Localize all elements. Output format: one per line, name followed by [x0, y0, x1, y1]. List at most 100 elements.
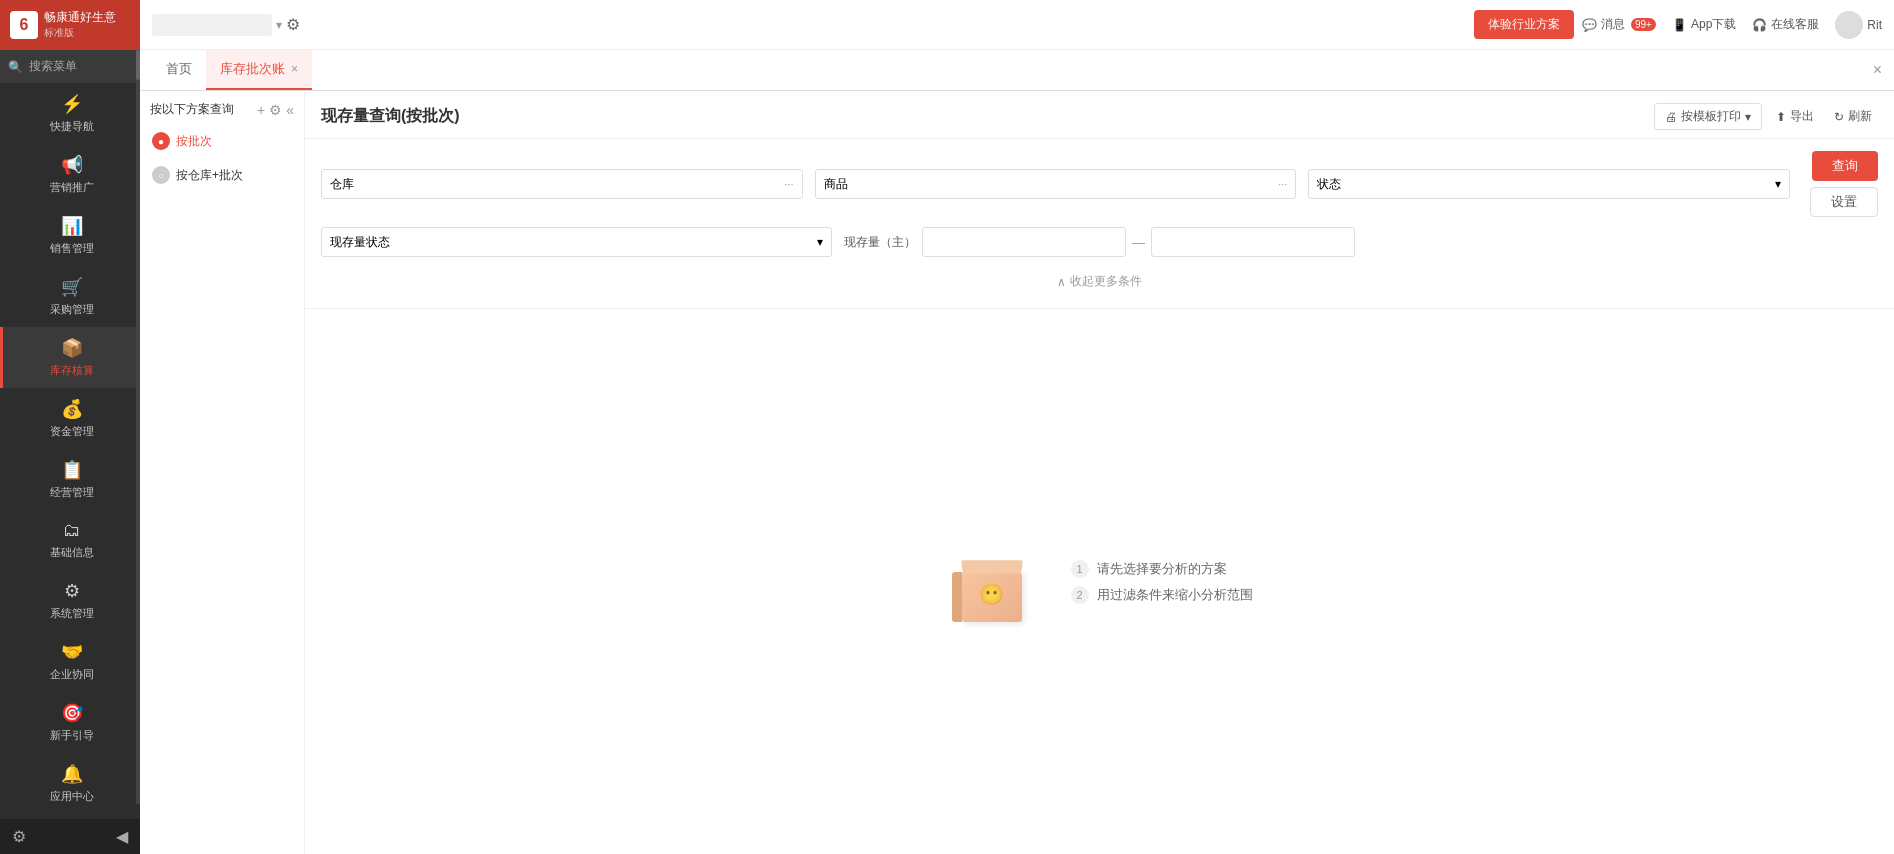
newuser-icon: 🎯 [61, 702, 83, 724]
messages-label: 消息 [1601, 16, 1625, 33]
plan-icon-by-batch: ● [152, 132, 170, 150]
settings-icon[interactable]: ⚙ [12, 827, 26, 846]
left-panel-header: 按以下方案查询 + ⚙ « [140, 91, 304, 124]
phone-icon: 📱 [1672, 18, 1687, 32]
messages-icon: 💬 [1582, 18, 1597, 32]
messages-action[interactable]: 💬 消息 99+ [1582, 16, 1656, 33]
app-download-label: App下载 [1691, 16, 1736, 33]
topbar: ▾ ⚙ 体验行业方案 💬 消息 99+ 📱 App下载 🎧 在线客服 Rit [140, 0, 1894, 50]
breadcrumb-input[interactable] [152, 14, 272, 36]
username: Rit [1867, 18, 1882, 32]
collapse-icon: ∧ [1057, 275, 1066, 289]
online-support-action[interactable]: 🎧 在线客服 [1752, 16, 1819, 33]
user-profile[interactable]: Rit [1835, 11, 1882, 39]
page-title: 现存量查询(按批次) [321, 106, 460, 127]
product-filter[interactable]: 商品 ··· [815, 169, 1297, 199]
header-actions: 🖨 按模板打印 ▾ ⬆ 导出 ↻ 刷新 [1654, 103, 1878, 130]
sidebar-item-newuser[interactable]: 🎯 新手引导 [0, 692, 140, 753]
settings-button[interactable]: 设置 [1810, 187, 1878, 217]
print-icon: 🖨 [1665, 110, 1677, 124]
plan-label-by-warehouse-batch: 按仓库+批次 [176, 167, 243, 184]
sidebar-item-system[interactable]: ⚙ 系统管理 [0, 570, 140, 631]
status-dropdown-icon: ▾ [1775, 177, 1781, 191]
warehouse-label: 仓库 [330, 176, 354, 193]
export-label: 导出 [1790, 108, 1814, 125]
sidebar-nav: ⚡ 快捷导航 📢 营销推广 📊 销售管理 🛒 采购管理 📦 库存核算 💰 资金管… [0, 83, 140, 819]
plan-item-by-warehouse-batch[interactable]: ○ 按仓库+批次 [140, 158, 304, 192]
sidebar-item-label: 应用中心 [50, 789, 94, 804]
tab-home[interactable]: 首页 [152, 50, 206, 90]
plan-list: ● 按批次 ○ 按仓库+批次 [140, 124, 304, 854]
sidebar-item-sales[interactable]: 📊 销售管理 [0, 205, 140, 266]
sidebar-item-label: 库存核算 [50, 363, 94, 378]
breadcrumb-arrow-icon[interactable]: ▾ [276, 18, 282, 32]
tabs-bar: 首页 库存批次账 × × [140, 50, 1894, 91]
content-area: 按以下方案查询 + ⚙ « ● 按批次 ○ 按仓库+批次 [140, 91, 1894, 854]
sidebar-item-basic[interactable]: 🗂 基础信息 [0, 510, 140, 570]
collab-icon: 🤝 [61, 641, 83, 663]
finance-icon: 💰 [61, 398, 83, 420]
plan-label-by-batch: 按批次 [176, 133, 212, 150]
sidebar-scrollbar[interactable] [136, 50, 140, 804]
page-header: 现存量查询(按批次) 🖨 按模板打印 ▾ ⬆ 导出 ↻ 刷新 [305, 91, 1894, 139]
operations-icon: 📋 [61, 459, 83, 481]
plan-icon-by-warehouse-batch: ○ [152, 166, 170, 184]
apps-icon: 🔔 [61, 763, 83, 785]
export-button[interactable]: ⬆ 导出 [1770, 104, 1820, 129]
filter-area: 仓库 ··· 商品 ··· 状态 ▾ [305, 139, 1894, 309]
trial-button[interactable]: 体验行业方案 [1474, 10, 1574, 39]
print-button[interactable]: 🖨 按模板打印 ▾ [1654, 103, 1762, 130]
sidebar-item-label: 企业协同 [50, 667, 94, 682]
status-filter[interactable]: 状态 ▾ [1308, 169, 1790, 199]
app-download-action[interactable]: 📱 App下载 [1672, 16, 1736, 33]
action-buttons: 查询 设置 [1802, 151, 1878, 217]
sidebar-item-marketing[interactable]: 📢 营销推广 [0, 144, 140, 205]
search-label: 搜索菜单 [29, 58, 77, 75]
inventory-status-filter[interactable]: 现存量状态 ▾ [321, 227, 832, 257]
sidebar-item-shortcuts[interactable]: ⚡ 快捷导航 [0, 83, 140, 144]
left-panel-actions: + ⚙ « [257, 102, 294, 118]
sidebar-item-collab[interactable]: 🤝 企业协同 [0, 631, 140, 692]
range-dash: — [1132, 235, 1145, 250]
tab-inventory-batch[interactable]: 库存批次账 × [206, 50, 312, 90]
sidebar-item-inventory[interactable]: 📦 库存核算 [0, 327, 140, 388]
sidebar-footer: ⚙ ◀ [0, 819, 140, 854]
plan-item-by-batch[interactable]: ● 按批次 [140, 124, 304, 158]
sidebar-search[interactable]: 🔍 搜索菜单 [0, 50, 140, 83]
sidebar-item-operations[interactable]: 📋 经营管理 [0, 449, 140, 510]
add-plan-button[interactable]: + [257, 102, 265, 118]
print-label: 按模板打印 [1681, 108, 1741, 125]
plan-settings-button[interactable]: ⚙ [269, 102, 282, 118]
status-filter-group: 状态 ▾ [1308, 169, 1790, 199]
sidebar-header: 6 畅康通好生意 标准版 [0, 0, 140, 50]
headset-icon: 🎧 [1752, 18, 1767, 32]
refresh-button[interactable]: ↻ 刷新 [1828, 104, 1878, 129]
empty-hints: 1 请先选择要分析的方案 2 用过滤条件来缩小分析范围 [1071, 560, 1253, 604]
print-dropdown-icon: ▾ [1745, 110, 1751, 124]
empty-state: 😶 1 请先选择要分析的方案 2 用过滤条件来缩 [305, 309, 1894, 854]
close-panel-button[interactable]: × [1873, 61, 1882, 79]
topbar-gear-button[interactable]: ⚙ [286, 15, 300, 34]
main-panel: 现存量查询(按批次) 🖨 按模板打印 ▾ ⬆ 导出 ↻ 刷新 [305, 91, 1894, 854]
online-support-label: 在线客服 [1771, 16, 1819, 33]
collapse-more-button[interactable]: ∧ 收起更多条件 [321, 267, 1878, 296]
query-button[interactable]: 查询 [1812, 151, 1878, 181]
hint-2-text: 用过滤条件来缩小分析范围 [1097, 586, 1253, 604]
sidebar-item-apps[interactable]: 🔔 应用中心 [0, 753, 140, 814]
tab-close-button[interactable]: × [291, 62, 298, 76]
sidebar-item-purchase[interactable]: 🛒 采购管理 [0, 266, 140, 327]
warehouse-filter[interactable]: 仓库 ··· [321, 169, 803, 199]
collapse-sidebar-icon[interactable]: ◀ [116, 827, 128, 846]
inventory-qty-max[interactable] [1151, 227, 1355, 257]
empty-hint-2: 2 用过滤条件来缩小分析范围 [1071, 586, 1253, 604]
inventory-qty-min[interactable] [922, 227, 1126, 257]
sidebar: 6 畅康通好生意 标准版 🔍 搜索菜单 ⚡ 快捷导航 📢 营销推广 📊 销售管理… [0, 0, 140, 854]
app-edition: 标准版 [44, 26, 116, 40]
system-icon: ⚙ [64, 580, 80, 602]
product-label: 商品 [824, 176, 848, 193]
sidebar-item-finance[interactable]: 💰 资金管理 [0, 388, 140, 449]
collapse-panel-button[interactable]: « [286, 102, 294, 118]
app-name: 畅康通好生意 [44, 10, 116, 26]
warehouse-filter-group: 仓库 ··· [321, 169, 803, 199]
refresh-label: 刷新 [1848, 108, 1872, 125]
